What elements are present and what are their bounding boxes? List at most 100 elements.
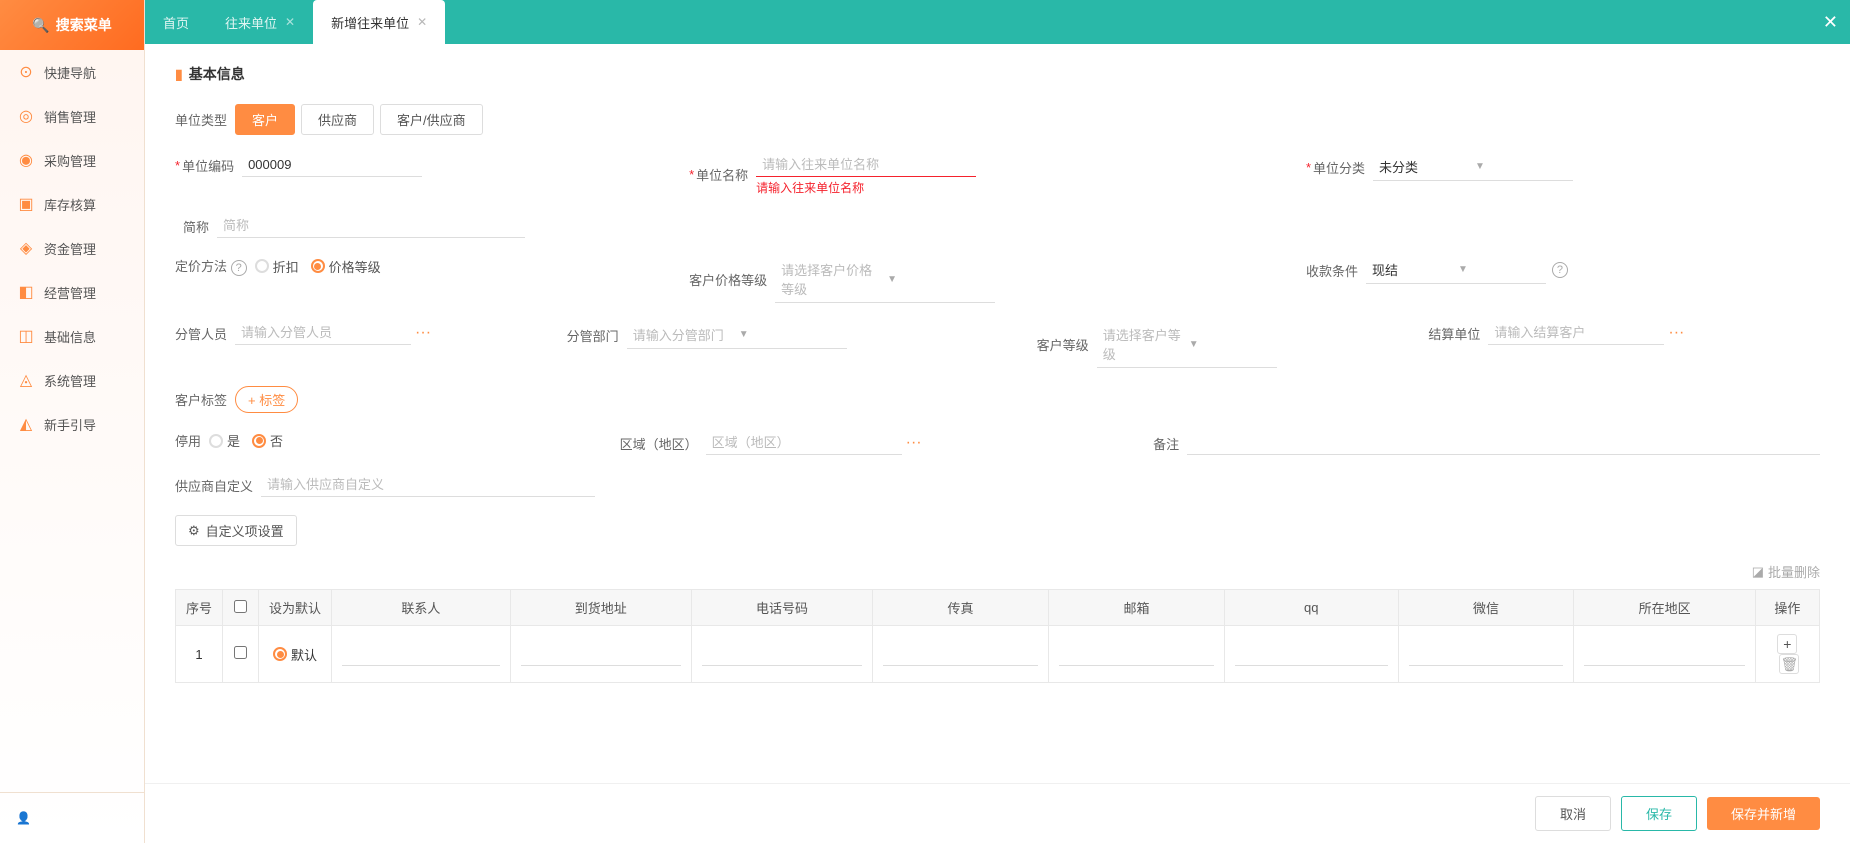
radio-disabled-yes[interactable]: 是 [209, 431, 240, 450]
add-tag-button[interactable]: + 标签 [235, 386, 298, 413]
manager-input[interactable] [235, 321, 411, 345]
radio-no-label: 否 [270, 431, 283, 450]
settlement-label: 结算单位 [1428, 324, 1480, 343]
default-label: 默认 [291, 645, 317, 664]
settlement-more-icon[interactable]: ··· [1664, 324, 1688, 342]
payment-terms-label: 收款条件 [1306, 261, 1358, 280]
settlement-input[interactable] [1488, 321, 1664, 345]
tab-new-partner-close[interactable]: ✕ [417, 15, 427, 29]
qq-input[interactable] [1235, 642, 1388, 666]
unit-name-error: 请输入往来单位名称 [756, 179, 976, 196]
batch-delete-label[interactable]: 批量删除 [1768, 562, 1820, 581]
unit-name-input[interactable] [756, 153, 976, 177]
phone-input[interactable] [702, 642, 862, 666]
region-more-icon[interactable]: ··· [902, 434, 926, 452]
quick-nav-icon: ⊙ [16, 62, 36, 82]
tab-bar: 首页 往来单位 ✕ 新增往来单位 ✕ ✕ [145, 0, 1850, 44]
col-fax: 传真 [873, 590, 1049, 626]
section-icon: ▮ [175, 66, 183, 83]
supplier-custom-input[interactable] [261, 473, 595, 497]
cell-contact[interactable] [332, 626, 511, 683]
customer-price-level-select[interactable]: 请选择客户价格等级 ▼ [775, 256, 995, 303]
tab-partners[interactable]: 往来单位 ✕ [207, 0, 313, 44]
disabled-region-row: 停用 是 否 区域（地区） [175, 431, 1820, 455]
chevron-down-icon5: ▼ [1189, 339, 1271, 350]
select-all-checkbox[interactable] [234, 600, 247, 613]
col-action: 操作 [1755, 590, 1819, 626]
batch-delete-row: ◪ 批量删除 [175, 562, 1820, 581]
col-address: 到货地址 [510, 590, 691, 626]
cell-address[interactable] [510, 626, 691, 683]
short-name-wrapper [217, 214, 525, 238]
customer-price-level-label: 客户价格等级 [689, 270, 767, 289]
sidebar-header[interactable]: 🔍 搜索菜单 [0, 0, 144, 50]
sidebar-item-finance[interactable]: ◈ 资金管理 [0, 226, 144, 270]
sidebar-item-inventory[interactable]: ▣ 库存核算 [0, 182, 144, 226]
radio-disabled-no[interactable]: 否 [252, 431, 283, 450]
sidebar-item-basics[interactable]: ◫ 基础信息 [0, 314, 144, 358]
sidebar-item-purchase[interactable]: ◉ 采购管理 [0, 138, 144, 182]
department-select[interactable]: 请输入分管部门 ▼ [627, 321, 847, 349]
customer-tag-row: 客户标签 + 标签 [175, 386, 1820, 413]
tab-home[interactable]: 首页 [145, 0, 207, 44]
unit-code-input[interactable] [242, 153, 422, 177]
cancel-button[interactable]: 取消 [1535, 796, 1611, 831]
type-btn-supplier[interactable]: 供应商 [301, 104, 374, 135]
short-name-input[interactable] [217, 214, 525, 238]
cell-email[interactable] [1049, 626, 1225, 683]
sidebar-item-sales[interactable]: ◎ 销售管理 [0, 94, 144, 138]
save-button[interactable]: 保存 [1621, 796, 1697, 831]
customer-level-select[interactable]: 请选择客户等级 ▼ [1097, 321, 1277, 368]
tab-new-partner[interactable]: 新增往来单位 ✕ [313, 0, 445, 44]
pricing-help-icon[interactable]: ? [231, 260, 247, 276]
sidebar-item-guide[interactable]: ◭ 新手引导 [0, 402, 144, 446]
location-input[interactable] [1584, 642, 1744, 666]
remark-input[interactable] [1187, 431, 1820, 455]
customer-price-level-placeholder: 请选择客户价格等级 [781, 260, 883, 298]
cell-qq[interactable] [1224, 626, 1398, 683]
payment-terms-value: 现结 [1372, 260, 1454, 279]
custom-settings-button[interactable]: ⚙ 自定义项设置 [175, 515, 297, 546]
payment-terms-select[interactable]: 现结 ▼ [1366, 256, 1546, 284]
col-phone: 电话号码 [691, 590, 872, 626]
manager-field: 分管人员 ··· [175, 321, 567, 345]
content-area: ▮ 基本信息 单位类型 客户 供应商 客户/供应商 * 单位编码 [145, 44, 1850, 783]
remark-wrapper [1187, 431, 1820, 455]
table-delete-button[interactable]: 🗑 [1779, 654, 1799, 674]
email-input[interactable] [1059, 642, 1214, 666]
table-add-button[interactable]: + [1777, 634, 1797, 654]
manager-label: 分管人员 [175, 324, 227, 343]
row-checkbox[interactable] [234, 646, 247, 659]
cell-phone[interactable] [691, 626, 872, 683]
inventory-icon: ▣ [16, 194, 36, 214]
sidebar-item-label: 快捷导航 [44, 63, 96, 82]
sidebar-item-system[interactable]: ◬ 系统管理 [0, 358, 144, 402]
payment-help-icon[interactable]: ? [1552, 262, 1568, 278]
disabled-radio-group: 是 否 [209, 431, 620, 450]
wechat-input[interactable] [1409, 642, 1564, 666]
sidebar-item-quick-nav[interactable]: ⊙ 快捷导航 [0, 50, 144, 94]
type-btn-both[interactable]: 客户/供应商 [380, 104, 483, 135]
radio-price-level[interactable]: 价格等级 [311, 257, 381, 276]
cell-location[interactable] [1574, 626, 1755, 683]
supplier-custom-wrapper [261, 473, 595, 497]
custom-settings-label: 自定义项设置 [206, 521, 284, 540]
contact-input[interactable] [342, 642, 500, 666]
unit-category-select[interactable]: 未分类 ▼ [1373, 153, 1573, 181]
window-close-icon[interactable]: ✕ [1823, 13, 1838, 31]
fax-input[interactable] [883, 642, 1038, 666]
region-input[interactable] [706, 431, 902, 455]
tab-partners-close[interactable]: ✕ [285, 15, 295, 29]
cell-wechat[interactable] [1398, 626, 1574, 683]
customer-tag-wrapper: + 标签 [235, 386, 575, 413]
default-radio[interactable] [273, 647, 287, 661]
sidebar-item-operations[interactable]: ◧ 经营管理 [0, 270, 144, 314]
sidebar-user[interactable]: 👤 [0, 803, 144, 833]
radio-discount[interactable]: 折扣 [255, 257, 299, 276]
save-new-button[interactable]: 保存并新增 [1707, 797, 1820, 830]
finance-icon: ◈ [16, 238, 36, 258]
manager-more-icon[interactable]: ··· [411, 324, 435, 342]
type-btn-customer[interactable]: 客户 [235, 104, 295, 135]
address-input[interactable] [521, 642, 681, 666]
cell-fax[interactable] [873, 626, 1049, 683]
